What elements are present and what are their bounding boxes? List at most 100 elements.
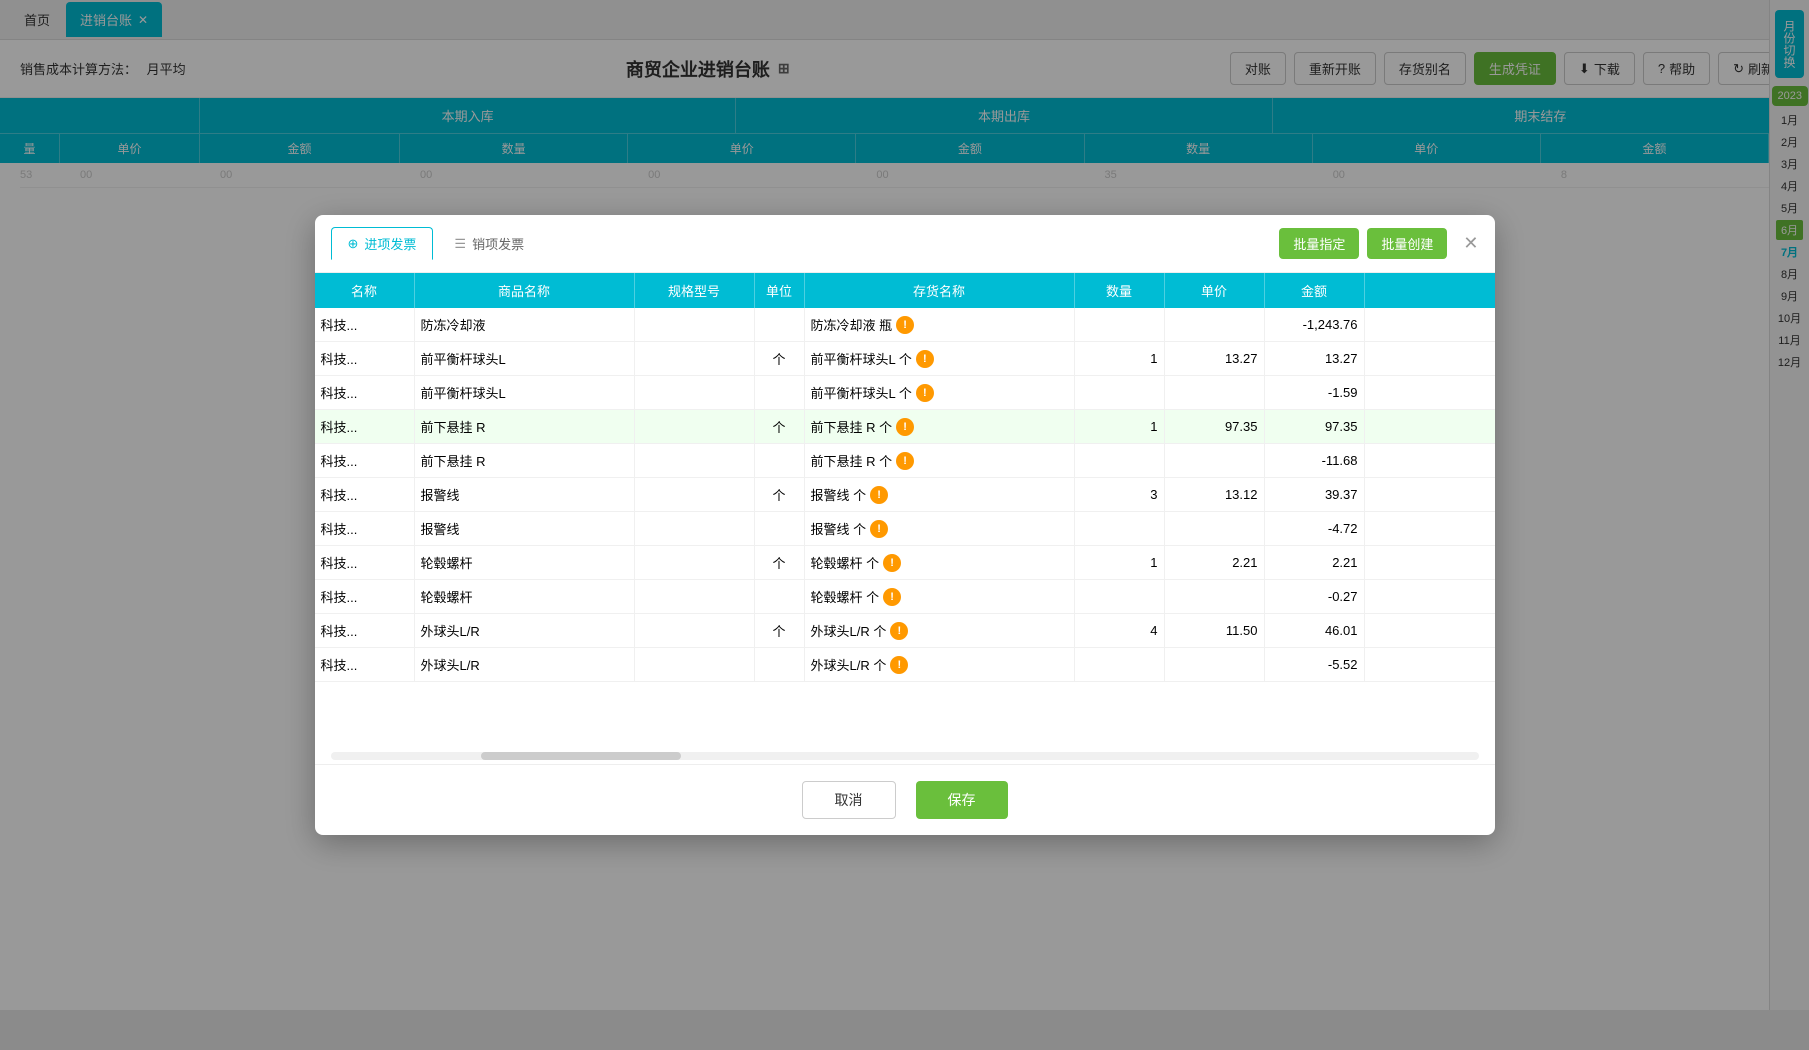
batch-assign-button[interactable]: 批量指定 bbox=[1279, 228, 1359, 259]
cell-goods: 轮毂螺杆 bbox=[415, 580, 635, 613]
modal-header: ⊕ 进项发票 ☰ 销项发票 批量指定 批量创建 ✕ bbox=[315, 215, 1495, 273]
col-unit: 单位 bbox=[755, 273, 805, 308]
cell-amount: -0.27 bbox=[1265, 580, 1365, 613]
cell-name: 科技... bbox=[315, 580, 415, 613]
cell-unit: 个 bbox=[755, 410, 805, 443]
table-row[interactable]: 科技... 轮毂螺杆 个 轮毂螺杆 个! 1 2.21 2.21 bbox=[315, 546, 1495, 580]
cell-spec bbox=[635, 512, 755, 545]
cell-spec bbox=[635, 410, 755, 443]
cell-price bbox=[1165, 308, 1265, 341]
cell-price bbox=[1165, 376, 1265, 409]
cell-stock-name: 轮毂螺杆 个! bbox=[805, 580, 1075, 613]
cell-stock-name: 前下悬挂 R 个! bbox=[805, 444, 1075, 477]
scrollbar-thumb[interactable] bbox=[481, 752, 681, 760]
modal-table-body: 科技... 防冻冷却液 防冻冷却液 瓶! -1,243.76 科技... 前平衡… bbox=[315, 308, 1495, 752]
modal-tab-list: ⊕ 进项发票 ☰ 销项发票 bbox=[331, 227, 1280, 260]
table-row[interactable]: 科技... 前平衡杆球头L 个 前平衡杆球头L 个! 1 13.27 13.27 bbox=[315, 342, 1495, 376]
cell-name: 科技... bbox=[315, 342, 415, 375]
cell-unit bbox=[755, 580, 805, 613]
cell-qty bbox=[1075, 308, 1165, 341]
cell-unit bbox=[755, 648, 805, 681]
cell-stock-name: 前平衡杆球头L 个! bbox=[805, 342, 1075, 375]
cell-qty: 4 bbox=[1075, 614, 1165, 647]
invoice-modal: ⊕ 进项发票 ☰ 销项发票 批量指定 批量创建 ✕ 名称 商品名称 规格型号 单… bbox=[315, 215, 1495, 835]
table-row[interactable]: 科技... 轮毂螺杆 轮毂螺杆 个! -0.27 bbox=[315, 580, 1495, 614]
warning-icon: ! bbox=[896, 452, 914, 470]
save-button[interactable]: 保存 bbox=[916, 781, 1008, 819]
cell-goods: 报警线 bbox=[415, 478, 635, 511]
cell-unit: 个 bbox=[755, 478, 805, 511]
tab-incoming-invoice[interactable]: ⊕ 进项发票 bbox=[331, 227, 434, 260]
cell-goods: 轮毂螺杆 bbox=[415, 546, 635, 579]
cell-qty: 1 bbox=[1075, 410, 1165, 443]
warning-icon: ! bbox=[890, 622, 908, 640]
cell-name: 科技... bbox=[315, 478, 415, 511]
incoming-invoice-label: 进项发票 bbox=[364, 234, 416, 253]
cell-price: 13.27 bbox=[1165, 342, 1265, 375]
incoming-invoice-icon: ⊕ bbox=[348, 236, 359, 252]
col-name: 名称 bbox=[315, 273, 415, 308]
col-amount: 金额 bbox=[1265, 273, 1365, 308]
table-row[interactable]: 科技... 前平衡杆球头L 前平衡杆球头L 个! -1.59 bbox=[315, 376, 1495, 410]
table-row[interactable]: 科技... 报警线 个 报警线 个! 3 13.12 39.37 bbox=[315, 478, 1495, 512]
cell-price: 97.35 bbox=[1165, 410, 1265, 443]
cell-goods: 防冻冷却液 bbox=[415, 308, 635, 341]
warning-icon: ! bbox=[870, 486, 888, 504]
cell-spec bbox=[635, 546, 755, 579]
cell-goods: 报警线 bbox=[415, 512, 635, 545]
cell-stock-name: 防冻冷却液 瓶! bbox=[805, 308, 1075, 341]
warning-icon: ! bbox=[896, 418, 914, 436]
table-row[interactable]: 科技... 报警线 报警线 个! -4.72 bbox=[315, 512, 1495, 546]
tab-outgoing-invoice[interactable]: ☰ 销项发票 bbox=[437, 227, 541, 260]
cell-name: 科技... bbox=[315, 648, 415, 681]
table-row[interactable]: 科技... 外球头L/R 外球头L/R 个! -5.52 bbox=[315, 648, 1495, 682]
table-row[interactable]: 科技... 防冻冷却液 防冻冷却液 瓶! -1,243.76 bbox=[315, 308, 1495, 342]
warning-icon: ! bbox=[890, 656, 908, 674]
cell-spec bbox=[635, 614, 755, 647]
cancel-button[interactable]: 取消 bbox=[802, 781, 896, 819]
warning-icon: ! bbox=[916, 384, 934, 402]
warning-icon: ! bbox=[896, 316, 914, 334]
modal-horizontal-scrollbar[interactable] bbox=[331, 752, 1479, 760]
batch-create-button[interactable]: 批量创建 bbox=[1367, 228, 1447, 259]
cell-stock-name: 报警线 个! bbox=[805, 512, 1075, 545]
cell-name: 科技... bbox=[315, 410, 415, 443]
cell-spec bbox=[635, 342, 755, 375]
cell-amount: -1,243.76 bbox=[1265, 308, 1365, 341]
warning-icon: ! bbox=[916, 350, 934, 368]
cell-qty bbox=[1075, 512, 1165, 545]
cell-unit: 个 bbox=[755, 342, 805, 375]
cell-stock-name: 轮毂螺杆 个! bbox=[805, 546, 1075, 579]
modal-close-button[interactable]: ✕ bbox=[1463, 233, 1478, 254]
cell-goods: 前下悬挂 R bbox=[415, 444, 635, 477]
cell-qty: 1 bbox=[1075, 546, 1165, 579]
cell-spec bbox=[635, 444, 755, 477]
col-qty: 数量 bbox=[1075, 273, 1165, 308]
cell-qty bbox=[1075, 376, 1165, 409]
cell-name: 科技... bbox=[315, 376, 415, 409]
cell-price bbox=[1165, 512, 1265, 545]
cell-price bbox=[1165, 648, 1265, 681]
cell-amount: 97.35 bbox=[1265, 410, 1365, 443]
cell-stock-name: 报警线 个! bbox=[805, 478, 1075, 511]
cell-amount: -11.68 bbox=[1265, 444, 1365, 477]
cell-unit: 个 bbox=[755, 614, 805, 647]
cell-spec bbox=[635, 478, 755, 511]
table-row[interactable]: 科技... 外球头L/R 个 外球头L/R 个! 4 11.50 46.01 bbox=[315, 614, 1495, 648]
table-row[interactable]: 科技... 前下悬挂 R 前下悬挂 R 个! -11.68 bbox=[315, 444, 1495, 478]
cell-price: 11.50 bbox=[1165, 614, 1265, 647]
cell-price bbox=[1165, 580, 1265, 613]
warning-icon: ! bbox=[883, 554, 901, 572]
cell-spec bbox=[635, 308, 755, 341]
table-row[interactable]: 科技... 前下悬挂 R 个 前下悬挂 R 个! 1 97.35 97.35 bbox=[315, 410, 1495, 444]
cell-qty: 3 bbox=[1075, 478, 1165, 511]
modal-table: 名称 商品名称 规格型号 单位 存货名称 数量 单价 金额 科技... 防冻冷却… bbox=[315, 273, 1495, 752]
cell-unit bbox=[755, 308, 805, 341]
cell-stock-name: 外球头L/R 个! bbox=[805, 648, 1075, 681]
cell-unit bbox=[755, 512, 805, 545]
cell-stock-name: 外球头L/R 个! bbox=[805, 614, 1075, 647]
cell-amount: -4.72 bbox=[1265, 512, 1365, 545]
cell-qty bbox=[1075, 444, 1165, 477]
cell-goods: 外球头L/R bbox=[415, 648, 635, 681]
cell-goods: 前平衡杆球头L bbox=[415, 376, 635, 409]
